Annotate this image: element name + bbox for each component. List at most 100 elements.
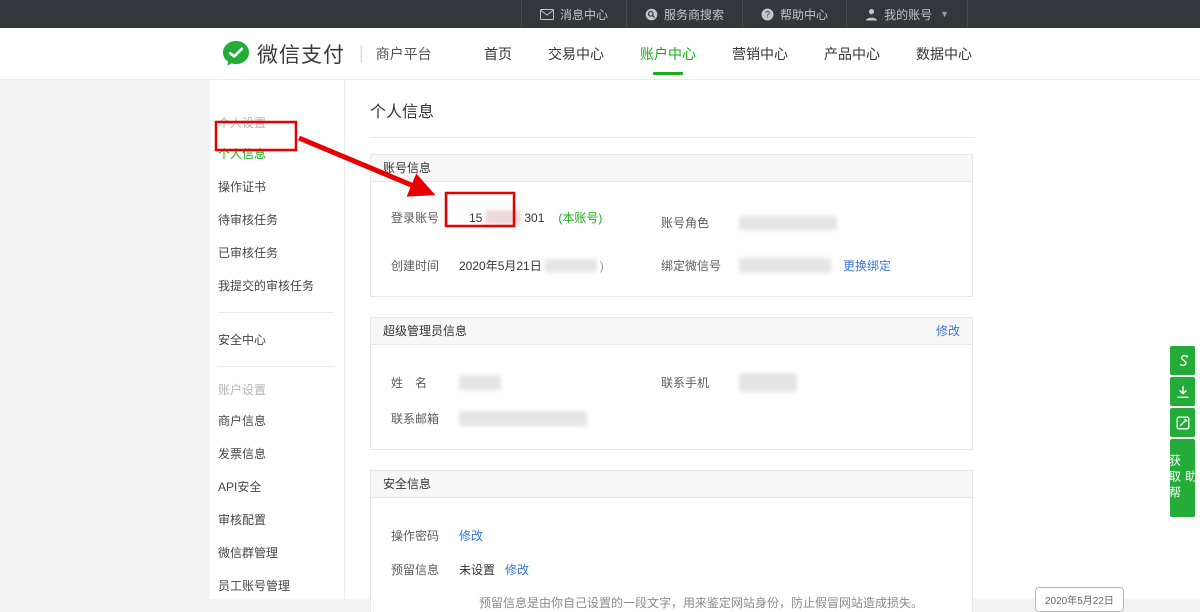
- account-info-card: 账号信息 登录账号 15 301 (本账号) 账号角色: [370, 154, 973, 297]
- nav-item-data-center[interactable]: 数据中心: [914, 29, 974, 79]
- card-title: 安全信息: [383, 471, 431, 497]
- redacted-account-role: [739, 216, 837, 230]
- svg-text:?: ?: [765, 9, 770, 19]
- download-button[interactable]: [1170, 377, 1195, 406]
- sidebar-item-reviewed-tasks[interactable]: 已审核任务: [218, 236, 344, 269]
- password-edit-link[interactable]: 修改: [459, 527, 483, 544]
- topbar-item-label: 我的账号: [884, 6, 932, 23]
- account-role-label: 账号角色: [661, 214, 739, 231]
- redacted-admin-name: [459, 375, 501, 390]
- sidebar-item-my-submitted-tasks[interactable]: 我提交的审核任务: [218, 269, 344, 302]
- nav-item-marketing-center[interactable]: 营销中心: [730, 29, 790, 79]
- admin-email-label: 联系邮箱: [391, 410, 459, 427]
- sidebar-divider: [218, 312, 334, 313]
- sidebar-section-account-settings: 账户设置: [218, 381, 344, 398]
- reserved-info-description: 预留信息是由你自己设置的一段文字，用来鉴定网站身份，防止假冒网站造成损失。 配置…: [479, 594, 949, 612]
- sidebar-item-pending-review-tasks[interactable]: 待审核任务: [218, 203, 344, 236]
- header: 微信支付 | 商户平台 首页 交易中心 账户中心 营销中心 产品中心 数据中心: [0, 28, 1200, 80]
- topbar-item-label: 服务商搜索: [664, 6, 724, 23]
- login-prefix: 15: [469, 211, 482, 225]
- date-tooltip: 2020年5月22日: [1035, 587, 1124, 612]
- redacted-created-time: [545, 259, 597, 272]
- bound-wechat-label: 绑定微信号: [661, 257, 739, 274]
- super-admin-card-header: 超级管理员信息 修改: [371, 318, 972, 345]
- redacted-admin-email: [459, 411, 587, 426]
- redacted-bound-wechat: [739, 258, 831, 273]
- main-content: 个人信息 账号信息 登录账号 15 301 (本账号): [345, 80, 1200, 599]
- download-icon: [1176, 385, 1190, 399]
- feedback-button[interactable]: [1170, 408, 1195, 437]
- topbar-item-messages[interactable]: 消息中心: [521, 0, 626, 28]
- security-info-card-header: 安全信息: [371, 471, 972, 498]
- page-title: 个人信息: [370, 98, 1200, 122]
- security-info-card-body: 操作密码 修改 预留信息 未设置 修改 预留信息是由你自己设置的一段文字，用来鉴…: [371, 498, 972, 612]
- topbar-item-label: 消息中心: [560, 6, 608, 23]
- card-title: 超级管理员信息: [383, 318, 467, 344]
- wechat-pay-logo-icon: [222, 40, 250, 68]
- admin-phone-label: 联系手机: [661, 374, 739, 391]
- floating-help-stack: 获取帮助: [1170, 346, 1195, 517]
- chevron-down-icon: ▼: [940, 9, 949, 19]
- nav-item-account-center[interactable]: 账户中心: [638, 29, 698, 79]
- sidebar-item-staff-account[interactable]: 员工账号管理: [218, 569, 344, 602]
- operation-password-label: 操作密码: [391, 527, 459, 544]
- desc-line: 预留信息是由你自己设置的一段文字，用来鉴定网站身份，防止假冒网站造成损失。: [479, 594, 949, 612]
- sidebar-item-merchant-info[interactable]: 商户信息: [218, 404, 344, 437]
- current-account-note: (本账号): [558, 209, 602, 226]
- redacted-admin-phone: [739, 373, 797, 392]
- sidebar: 个人设置 个人信息 操作证书 待审核任务 已审核任务 我提交的审核任务 安全中心…: [210, 80, 345, 599]
- brand: 微信支付 | 商户平台: [222, 39, 432, 69]
- login-account-value: 15 301: [459, 202, 554, 233]
- sidebar-item-wechat-group[interactable]: 微信群管理: [218, 536, 344, 569]
- user-icon: [865, 8, 878, 21]
- reserved-edit-link[interactable]: 修改: [505, 561, 529, 578]
- search-icon: [645, 8, 658, 21]
- contact-icon: [1176, 354, 1190, 368]
- sidebar-item-operation-certificate[interactable]: 操作证书: [218, 170, 344, 203]
- created-time-suffix: ): [600, 259, 604, 273]
- mail-icon: [540, 9, 554, 20]
- title-divider: [370, 137, 975, 138]
- main-nav: 首页 交易中心 账户中心 营销中心 产品中心 数据中心: [482, 29, 974, 79]
- topbar-item-provider-search[interactable]: 服务商搜索: [626, 0, 742, 28]
- security-info-card: 安全信息 操作密码 修改 预留信息 未设置 修改 预留信息是由你自己设置的一段文…: [370, 470, 973, 612]
- brand-platform: 商户平台: [376, 44, 432, 64]
- reserved-info-value: 未设置: [459, 561, 495, 578]
- help-icon: ?: [761, 8, 774, 21]
- created-time-label: 创建时间: [391, 257, 459, 274]
- nav-item-product-center[interactable]: 产品中心: [822, 29, 882, 79]
- sidebar-item-invoice-info[interactable]: 发票信息: [218, 437, 344, 470]
- card-title: 账号信息: [383, 155, 431, 181]
- admin-name-label: 姓 名: [391, 374, 459, 391]
- change-binding-link[interactable]: 更换绑定: [843, 257, 891, 274]
- brand-separator: |: [359, 43, 364, 64]
- login-suffix: 301: [524, 211, 544, 225]
- admin-edit-link[interactable]: 修改: [936, 318, 960, 344]
- redacted-login-middle: [485, 210, 521, 225]
- nav-item-transaction-center[interactable]: 交易中心: [546, 29, 606, 79]
- topbar-item-help-center[interactable]: ? 帮助中心: [742, 0, 846, 28]
- brand-name: 微信支付: [257, 39, 345, 69]
- super-admin-card-body: 姓 名 联系手机 联系邮箱: [371, 345, 972, 449]
- topbar: 消息中心 服务商搜索 ? 帮助中心 我的账号 ▼: [0, 0, 1200, 28]
- sidebar-item-security-center[interactable]: 安全中心: [218, 323, 344, 356]
- nav-item-home[interactable]: 首页: [482, 29, 514, 79]
- get-help-button[interactable]: 获取帮助: [1170, 439, 1195, 517]
- sidebar-item-face-device[interactable]: 刷脸智能设备: [218, 602, 344, 612]
- login-account-label: 登录账号: [391, 209, 459, 226]
- topbar-item-label: 帮助中心: [780, 6, 828, 23]
- contact-button[interactable]: [1170, 346, 1195, 375]
- page-body: 个人设置 个人信息 操作证书 待审核任务 已审核任务 我提交的审核任务 安全中心…: [210, 80, 1200, 599]
- super-admin-card: 超级管理员信息 修改 姓 名 联系手机 联系邮箱: [370, 317, 973, 450]
- sidebar-divider: [218, 366, 334, 367]
- reserved-info-label: 预留信息: [391, 561, 459, 578]
- account-info-card-body: 登录账号 15 301 (本账号) 账号角色: [371, 182, 972, 296]
- sidebar-item-api-security[interactable]: API安全: [218, 470, 344, 503]
- sidebar-section-personal-settings: 个人设置: [218, 114, 344, 131]
- edit-icon: [1176, 416, 1190, 430]
- account-info-card-header: 账号信息: [371, 155, 972, 182]
- sidebar-item-personal-info[interactable]: 个人信息: [218, 137, 344, 170]
- sidebar-item-review-config[interactable]: 审核配置: [218, 503, 344, 536]
- created-time-value: 2020年5月21日: [459, 257, 542, 274]
- topbar-item-my-account[interactable]: 我的账号 ▼: [846, 0, 968, 28]
